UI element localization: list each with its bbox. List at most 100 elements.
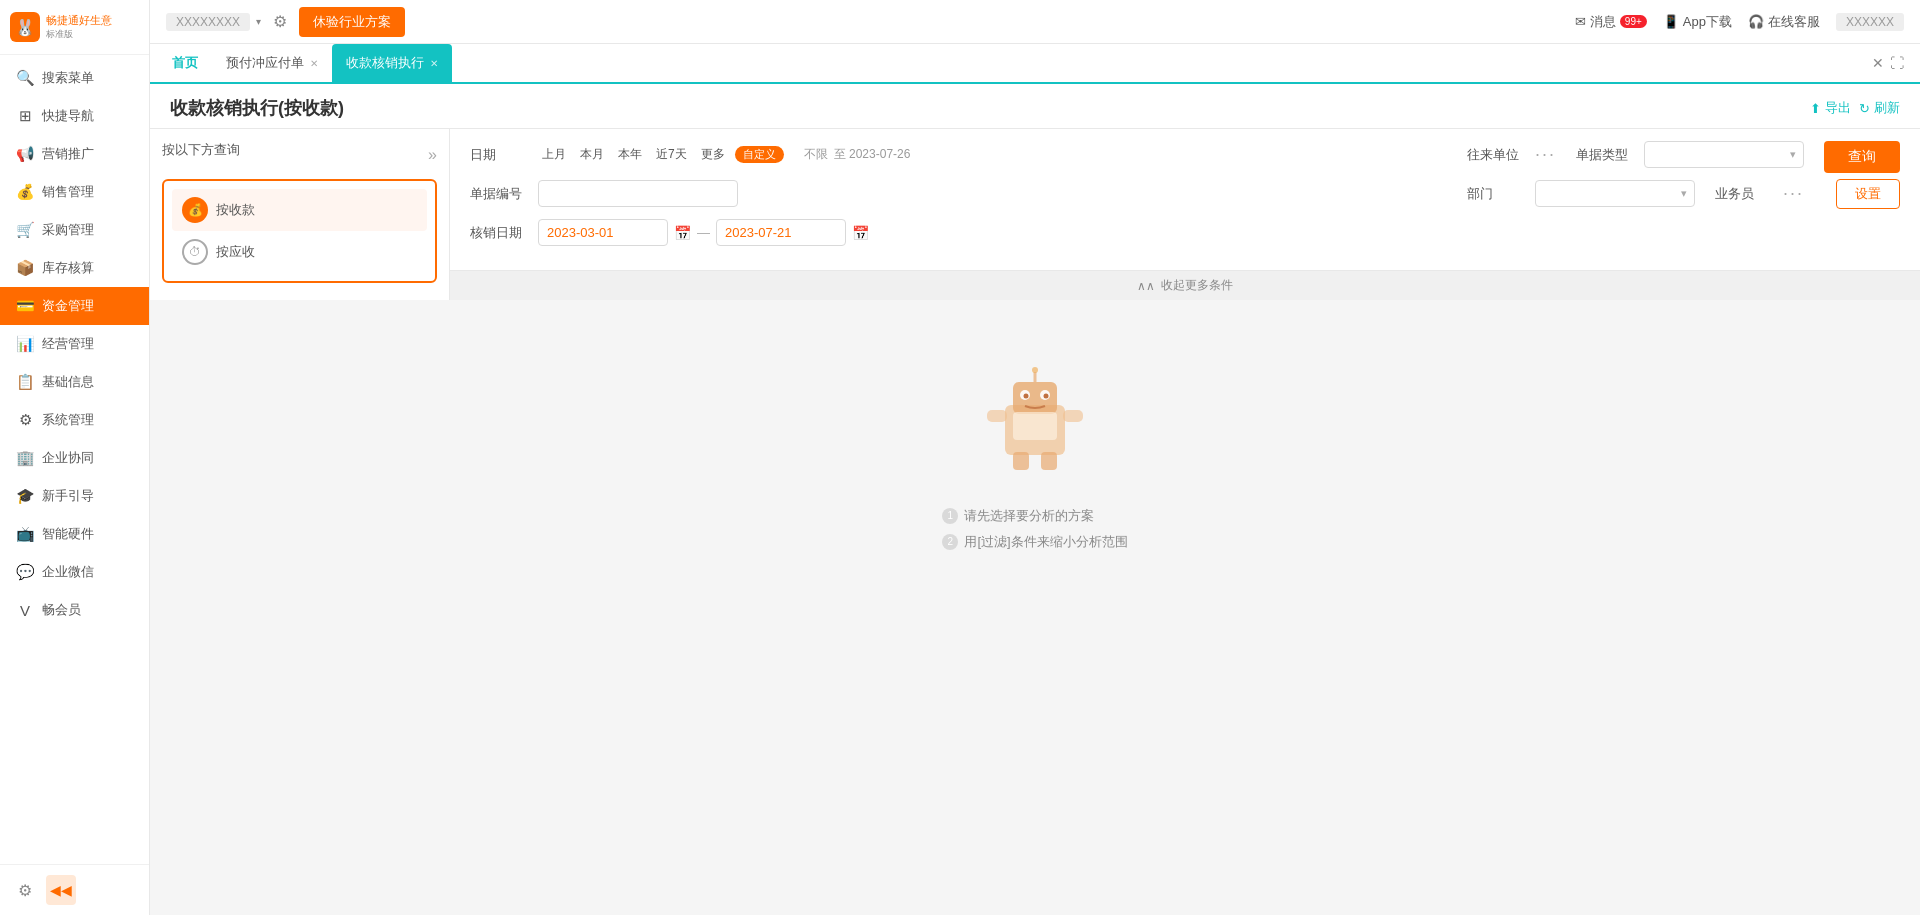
- filter-sidebar-collapse-icon[interactable]: »: [428, 146, 437, 164]
- sidebar-item-库存核算[interactable]: 📦库存核算: [0, 249, 149, 287]
- filter-row-3: 核销日期 📅 — 📅: [470, 219, 1804, 246]
- filter-sidebar-title: 按以下方查询: [162, 141, 240, 159]
- tabbar-close-all-icon[interactable]: ✕: [1872, 55, 1884, 71]
- verify-date-start-input[interactable]: [538, 219, 668, 246]
- receivable-option-label: 按应收: [216, 243, 255, 261]
- empty-state-area: 1 请先选择要分析的方案 2 用[过滤]条件来缩小分析范围: [150, 300, 1920, 615]
- verify-date-start-calendar-icon[interactable]: 📅: [674, 225, 691, 241]
- date-more-btn[interactable]: 更多: [697, 144, 729, 165]
- message-badge: 99+: [1620, 15, 1647, 28]
- tab-collection-close-icon[interactable]: ✕: [430, 58, 438, 69]
- sidebar-item-采购管理[interactable]: 🛒采购管理: [0, 211, 149, 249]
- collapse-bar[interactable]: ∧∧ 收起更多条件: [450, 270, 1920, 300]
- sidebar-item-系统管理[interactable]: ⚙系统管理: [0, 401, 149, 439]
- date-this-year-btn[interactable]: 本年: [614, 144, 646, 165]
- page-header: 收款核销执行(按收款) ⬆ 导出 ↻ 刷新: [150, 84, 1920, 129]
- staff-label: 业务员: [1715, 185, 1775, 203]
- doc-type-select[interactable]: [1644, 141, 1804, 168]
- sidebar-collapse-btn[interactable]: ◀◀: [46, 875, 76, 905]
- verify-date-end-input[interactable]: [716, 219, 846, 246]
- sidebar-item-搜索菜单[interactable]: 🔍搜索菜单: [0, 59, 149, 97]
- tab-prepay[interactable]: 预付冲应付单 ✕: [212, 44, 332, 84]
- counterpart-dots-icon[interactable]: ···: [1535, 144, 1556, 165]
- menu-icon-10: 🏢: [16, 449, 34, 467]
- doc-no-filter-item: 单据编号: [470, 180, 738, 207]
- export-button[interactable]: ⬆ 导出: [1810, 99, 1851, 117]
- empty-tip-2: 2 用[过滤]条件来缩小分析范围: [942, 529, 1127, 555]
- page-title: 收款核销执行(按收款): [170, 96, 344, 120]
- menu-label-9: 系统管理: [42, 411, 94, 429]
- svg-rect-9: [1041, 452, 1057, 470]
- app-download-button[interactable]: 📱 App下载: [1663, 13, 1732, 31]
- refresh-button[interactable]: ↻ 刷新: [1859, 99, 1900, 117]
- menu-label-4: 采购管理: [42, 221, 94, 239]
- tab-collection-label: 收款核销执行: [346, 54, 424, 72]
- date-this-month-btn[interactable]: 本月: [576, 144, 608, 165]
- filter-actions: 查询 设置: [1824, 129, 1920, 221]
- topbar-brand: XXXXXXXX ▾: [166, 13, 261, 31]
- svg-point-5: [1044, 394, 1049, 399]
- sidebar-item-销售管理[interactable]: 💰 销售管理: [0, 173, 149, 211]
- tab-collection[interactable]: 收款核销执行 ✕: [332, 44, 452, 84]
- verify-date-end-calendar-icon[interactable]: 📅: [852, 225, 869, 241]
- customer-service-button[interactable]: 🎧 在线客服: [1748, 13, 1820, 31]
- sidebar-item-企业微信[interactable]: 💬企业微信: [0, 553, 149, 591]
- sidebar-logo: 🐰 畅捷通好生意 标准版: [0, 0, 149, 55]
- date-range-separator: —: [697, 225, 710, 240]
- query-button[interactable]: 查询: [1824, 141, 1900, 173]
- sidebar-item-畅会员[interactable]: V畅会员: [0, 591, 149, 629]
- sidebar-item-基础信息[interactable]: 📋基础信息: [0, 363, 149, 401]
- menu-icon-5: 📦: [16, 259, 34, 277]
- brand-dropdown-icon[interactable]: ▾: [256, 16, 261, 27]
- sidebar-item-新手引导[interactable]: 🎓新手引导: [0, 477, 149, 515]
- topbar-gear-button[interactable]: ⚙: [273, 12, 287, 31]
- sidebar-item-经营管理[interactable]: 📊经营管理: [0, 325, 149, 363]
- sidebar-item-快捷导航[interactable]: ⊞快捷导航: [0, 97, 149, 135]
- filter-settings-button[interactable]: 设置: [1836, 179, 1900, 209]
- tabbar-expand-icon[interactable]: ⛶: [1890, 55, 1904, 71]
- dept-label: 部门: [1467, 185, 1527, 203]
- menu-label-3: 销售管理: [42, 183, 94, 201]
- staff-dots-icon[interactable]: ···: [1783, 183, 1804, 204]
- menu-icon-12: 📺: [16, 525, 34, 543]
- empty-tips: 1 请先选择要分析的方案 2 用[过滤]条件来缩小分析范围: [942, 503, 1127, 555]
- date-last-7days-btn[interactable]: 近7天: [652, 144, 691, 165]
- messages-button[interactable]: ✉ 消息 99+: [1575, 13, 1647, 31]
- date-range-info: 不限 至 2023-07-26: [804, 146, 911, 163]
- date-last-month-btn[interactable]: 上月: [538, 144, 570, 165]
- sidebar-settings-icon[interactable]: ⚙: [10, 875, 40, 905]
- date-filter-item: 日期 上月 本月 本年 近7天 更多 自定义: [470, 144, 784, 165]
- sidebar-item-智能硬件[interactable]: 📺智能硬件: [0, 515, 149, 553]
- tab-home[interactable]: 首页: [158, 44, 212, 84]
- sidebar-item-营销推广[interactable]: 📢营销推广: [0, 135, 149, 173]
- service-label: 在线客服: [1768, 13, 1820, 31]
- svg-rect-10: [987, 410, 1007, 422]
- filter-option-by-collection[interactable]: 💰 按收款: [172, 189, 427, 231]
- user-avatar[interactable]: XXXXXX: [1836, 13, 1904, 31]
- sidebar-bottom: ⚙ ◀◀: [0, 864, 149, 915]
- tip-num-1: 1: [942, 508, 958, 524]
- tip-num-2: 2: [942, 534, 958, 550]
- menu-icon-3: 💰: [16, 183, 34, 201]
- menu-icon-13: 💬: [16, 563, 34, 581]
- date-label: 日期: [470, 146, 530, 164]
- menu-label-11: 新手引导: [42, 487, 94, 505]
- menu-icon-0: 🔍: [16, 69, 34, 87]
- verify-date-filter-item: 核销日期 📅 — 📅: [470, 219, 869, 246]
- sidebar-item-资金管理[interactable]: 💳资金管理: [0, 287, 149, 325]
- sidebar-item-企业协同[interactable]: 🏢 企业协同: [0, 439, 149, 477]
- filter-option-by-receivable[interactable]: ⏱ 按应收: [172, 231, 427, 273]
- doc-type-filter-item: 单据类型: [1576, 141, 1804, 168]
- tab-prepay-close-icon[interactable]: ✕: [310, 58, 318, 69]
- dept-select[interactable]: [1535, 180, 1695, 207]
- menu-icon-1: ⊞: [16, 107, 34, 125]
- industry-solution-button[interactable]: 休验行业方案: [299, 7, 405, 37]
- dept-select-wrapper: [1535, 180, 1695, 207]
- menu-icon-2: 📢: [16, 145, 34, 163]
- tab-home-label: 首页: [172, 54, 198, 72]
- doc-no-input[interactable]: [538, 180, 738, 207]
- date-no-limit-label: 不限: [804, 146, 828, 163]
- menu-label-14: 畅会员: [42, 601, 81, 619]
- svg-point-7: [1032, 367, 1038, 373]
- menu-label-10: 企业协同: [42, 449, 94, 467]
